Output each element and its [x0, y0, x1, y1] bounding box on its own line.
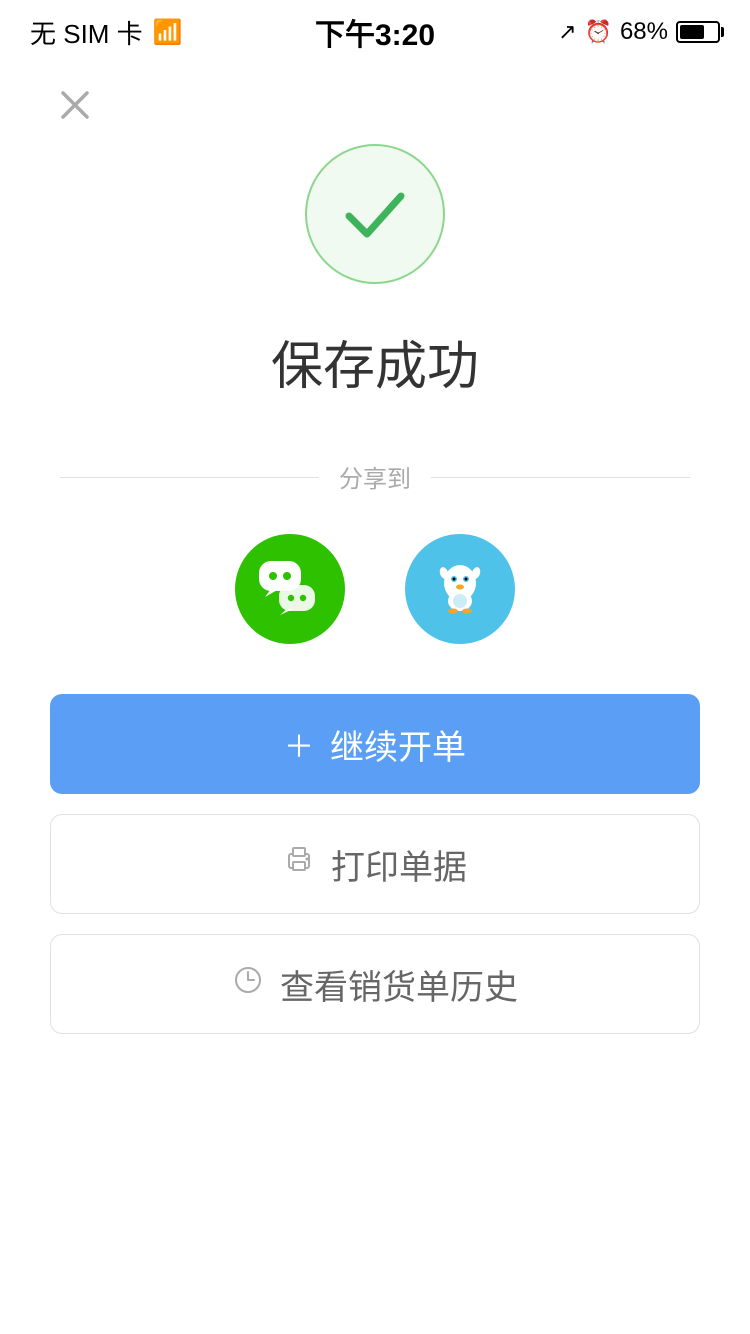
- status-bar: 无 SIM 卡 📶 下午3:20 ↗ ⏰ 68%: [0, 0, 750, 64]
- battery-percent: 68%: [620, 18, 668, 46]
- history-button[interactable]: 查看销货单历史: [50, 934, 700, 1034]
- print-label: 打印单据: [331, 840, 467, 889]
- location-icon: ↗: [558, 19, 576, 45]
- status-right: ↗ ⏰ 68%: [558, 18, 720, 46]
- wifi-icon: 📶: [153, 18, 183, 47]
- continue-order-label: 继续开单: [330, 720, 466, 769]
- status-time: 下午3:20: [315, 10, 435, 54]
- wechat-logo: [257, 561, 323, 617]
- share-label: 分享到: [319, 459, 431, 494]
- buttons-section: ＋ 继续开单 打印单据 查看销货单历史: [0, 694, 750, 1034]
- plus-icon: ＋: [284, 722, 314, 766]
- success-icon-circle: [305, 144, 445, 284]
- status-left: 无 SIM 卡 📶: [30, 14, 183, 51]
- share-icons: [235, 534, 515, 644]
- success-title: 保存成功: [271, 324, 479, 399]
- alarm-icon: ⏰: [585, 19, 612, 45]
- close-button[interactable]: [50, 80, 100, 130]
- share-section: 分享到: [0, 459, 750, 644]
- sim-status: 无 SIM 卡: [30, 14, 143, 51]
- qq-logo: [428, 557, 492, 621]
- share-divider: 分享到: [0, 459, 750, 494]
- history-label: 查看销货单历史: [280, 960, 518, 1009]
- qq-share-button[interactable]: [405, 534, 515, 644]
- main-content: 保存成功 分享到: [0, 64, 750, 1034]
- history-icon: [232, 964, 264, 1004]
- checkmark-icon: [339, 178, 411, 250]
- print-button[interactable]: 打印单据: [50, 814, 700, 914]
- battery-icon: [676, 21, 720, 43]
- print-icon: [283, 844, 315, 884]
- continue-order-button[interactable]: ＋ 继续开单: [50, 694, 700, 794]
- wechat-share-button[interactable]: [235, 534, 345, 644]
